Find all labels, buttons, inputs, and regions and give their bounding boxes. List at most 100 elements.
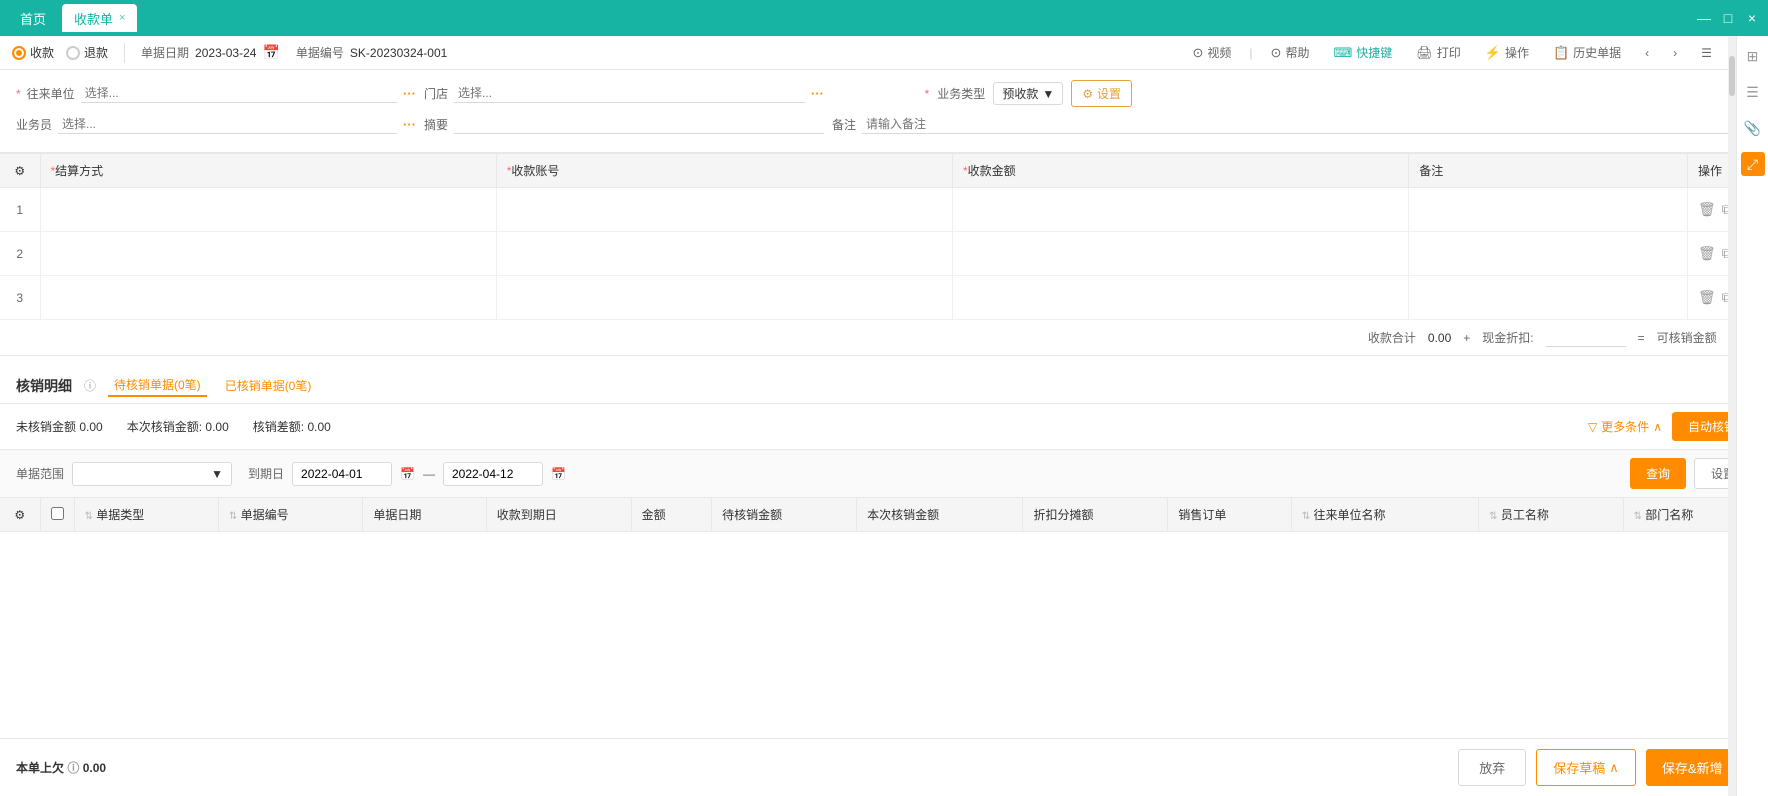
remark-input[interactable] [862,115,1752,134]
row-amount-3[interactable] [953,276,1409,320]
staff-field: 业务员 ··· [16,115,416,134]
number-label: 单据编号 [296,44,344,61]
store-more-btn[interactable]: ··· [811,86,824,101]
tab-close-icon[interactable]: × [119,12,125,24]
more-conditions-label: 更多条件 [1601,418,1649,435]
footer-btns: 放弃 保存草稿 ∧ 保存&新增 ∧ [1458,749,1752,786]
scrollbar[interactable] [1728,36,1736,796]
date-label: 单据日期 [141,44,189,61]
business-type-field: * 业务类型 预收款 ▼ ⚙ 设置 [832,80,1132,107]
abstract-input[interactable] [454,115,824,134]
draft-btn[interactable]: 保存草稿 ∧ [1536,749,1636,786]
diff-label: 核销差额: [253,420,304,434]
bottom-th-settings[interactable]: ⚙ [0,498,40,532]
bottom-th-current-verify: 本次核销金额 [857,498,1023,532]
close-btn[interactable]: × [1744,10,1760,26]
hx-tab-done[interactable]: 已核销单据(0笔) [219,375,318,396]
query-btn[interactable]: 查询 [1630,458,1686,489]
table-row: 3 🗑 ⧉ [0,276,1768,320]
store-field: 门店 ··· [424,84,824,103]
list-view-btn[interactable]: ☰ [1695,44,1718,62]
date-value: 2023-03-24 [195,46,256,60]
row-settlement-3[interactable] [40,276,496,320]
business-type-dropdown[interactable]: 预收款 ▼ [993,82,1063,105]
staff-more-btn[interactable]: ··· [403,117,416,132]
nav-left-btn[interactable]: ‹ [1639,44,1655,62]
toolbar: 收款 退款 单据日期 2023-03-24 📅 单据编号 SK-20230324… [0,36,1768,70]
discount-input[interactable] [1546,328,1626,347]
date-field: 单据日期 2023-03-24 📅 [141,44,280,61]
history-btn[interactable]: 📋 历史单据 [1547,42,1627,63]
counterpart-more-btn[interactable]: ··· [403,86,416,101]
range-label: 单据范围 [16,465,64,482]
row-settlement-2[interactable] [40,232,496,276]
date-separator: — [423,467,435,481]
table-settings-icon[interactable]: ⚙ [14,164,25,178]
delete-icon-1[interactable]: 🗑 [1698,201,1716,218]
sidebar-icon-expand[interactable]: ⤢ [1741,152,1765,176]
row-account-2[interactable] [496,232,952,276]
summary-row: 收款合计 0.00 + 现金折扣: = 可核销金额 0.00 [0,320,1768,356]
operation-btn[interactable]: ⚡ 操作 [1479,42,1535,63]
bottom-th-staff: ⇅ 员工名称 [1479,498,1623,532]
date-to-input[interactable] [443,462,543,486]
number-field: 单据编号 SK-20230324-001 [296,44,447,61]
radio-receipt[interactable]: 收款 [12,44,54,61]
nav-right-btn[interactable]: › [1667,44,1683,62]
row-account-3[interactable] [496,276,952,320]
table-row: 2 🗑 ⧉ [0,232,1768,276]
abandon-btn[interactable]: 放弃 [1458,749,1526,786]
footer-info-icon[interactable]: ⓘ [67,761,79,775]
row-settlement-1[interactable] [40,188,496,232]
delete-icon-3[interactable]: 🗑 [1698,289,1716,306]
row-amount-2[interactable] [953,232,1409,276]
settings-btn[interactable]: ⚙ 设置 [1071,80,1132,107]
calendar-icon-from[interactable]: 📅 [400,467,415,481]
date-from-input[interactable] [292,462,392,486]
tab-home[interactable]: 首页 [8,4,58,32]
range-field: 单据范围 ▼ [16,462,232,486]
maximize-btn[interactable]: □ [1720,10,1736,26]
tab-home-label: 首页 [20,9,46,28]
bottom-th-checkbox[interactable] [40,498,74,532]
due-date-field: 到期日 📅 — 📅 [248,462,566,486]
calendar-icon[interactable]: 📅 [262,44,279,61]
hx-info-icon[interactable]: ⓘ [84,377,96,394]
row-num-1: 1 [0,188,40,232]
table-settings-th[interactable]: ⚙ [0,154,40,188]
more-conditions-btn[interactable]: ▽ 更多条件 ∧ [1588,418,1662,435]
radio-refund[interactable]: 退款 [66,44,108,61]
radio-refund-label: 退款 [84,44,108,61]
tab-current[interactable]: 收款单 × [62,4,137,32]
bottom-th-doc-date: 单据日期 [363,498,486,532]
radio-receipt-circle [12,46,26,60]
video-btn[interactable]: ⊙ 视频 [1186,42,1237,63]
store-input[interactable] [454,84,805,103]
delete-icon-2[interactable]: 🗑 [1698,245,1716,262]
hx-tab-pending[interactable]: 待核销单据(0笔) [108,374,207,397]
draft-label: 保存草稿 [1553,758,1605,777]
operation-label: 操作 [1505,44,1529,61]
staff-input[interactable] [58,115,397,134]
row-remark-1[interactable] [1409,188,1688,232]
calendar-icon-to[interactable]: 📅 [551,467,566,481]
sidebar-icon-list[interactable]: ☰ [1741,80,1765,104]
row-account-1[interactable] [496,188,952,232]
row-remark-3[interactable] [1409,276,1688,320]
minimize-btn[interactable]: — [1696,10,1712,26]
row-amount-1[interactable] [953,188,1409,232]
scroll-thumb[interactable] [1729,56,1735,96]
print-btn[interactable]: 🖨 打印 [1410,42,1467,63]
row-remark-2[interactable] [1409,232,1688,276]
footer-info-label: 本单上欠 [16,761,64,775]
history-icon: 📋 [1553,45,1569,61]
select-all-checkbox[interactable] [51,507,64,520]
sidebar-icon-attachment[interactable]: 📎 [1741,116,1765,140]
range-select[interactable]: ▼ [72,462,232,486]
shortcut-btn[interactable]: ⌨ 快捷键 [1327,42,1398,63]
diff-value: 0.00 [307,420,330,434]
bottom-th-discount: 折扣分摊额 [1023,498,1168,532]
sidebar-icon-grid[interactable]: ⊞ [1741,44,1765,68]
counterpart-input[interactable] [81,84,397,103]
help-btn[interactable]: ⊙ 帮助 [1265,42,1316,63]
